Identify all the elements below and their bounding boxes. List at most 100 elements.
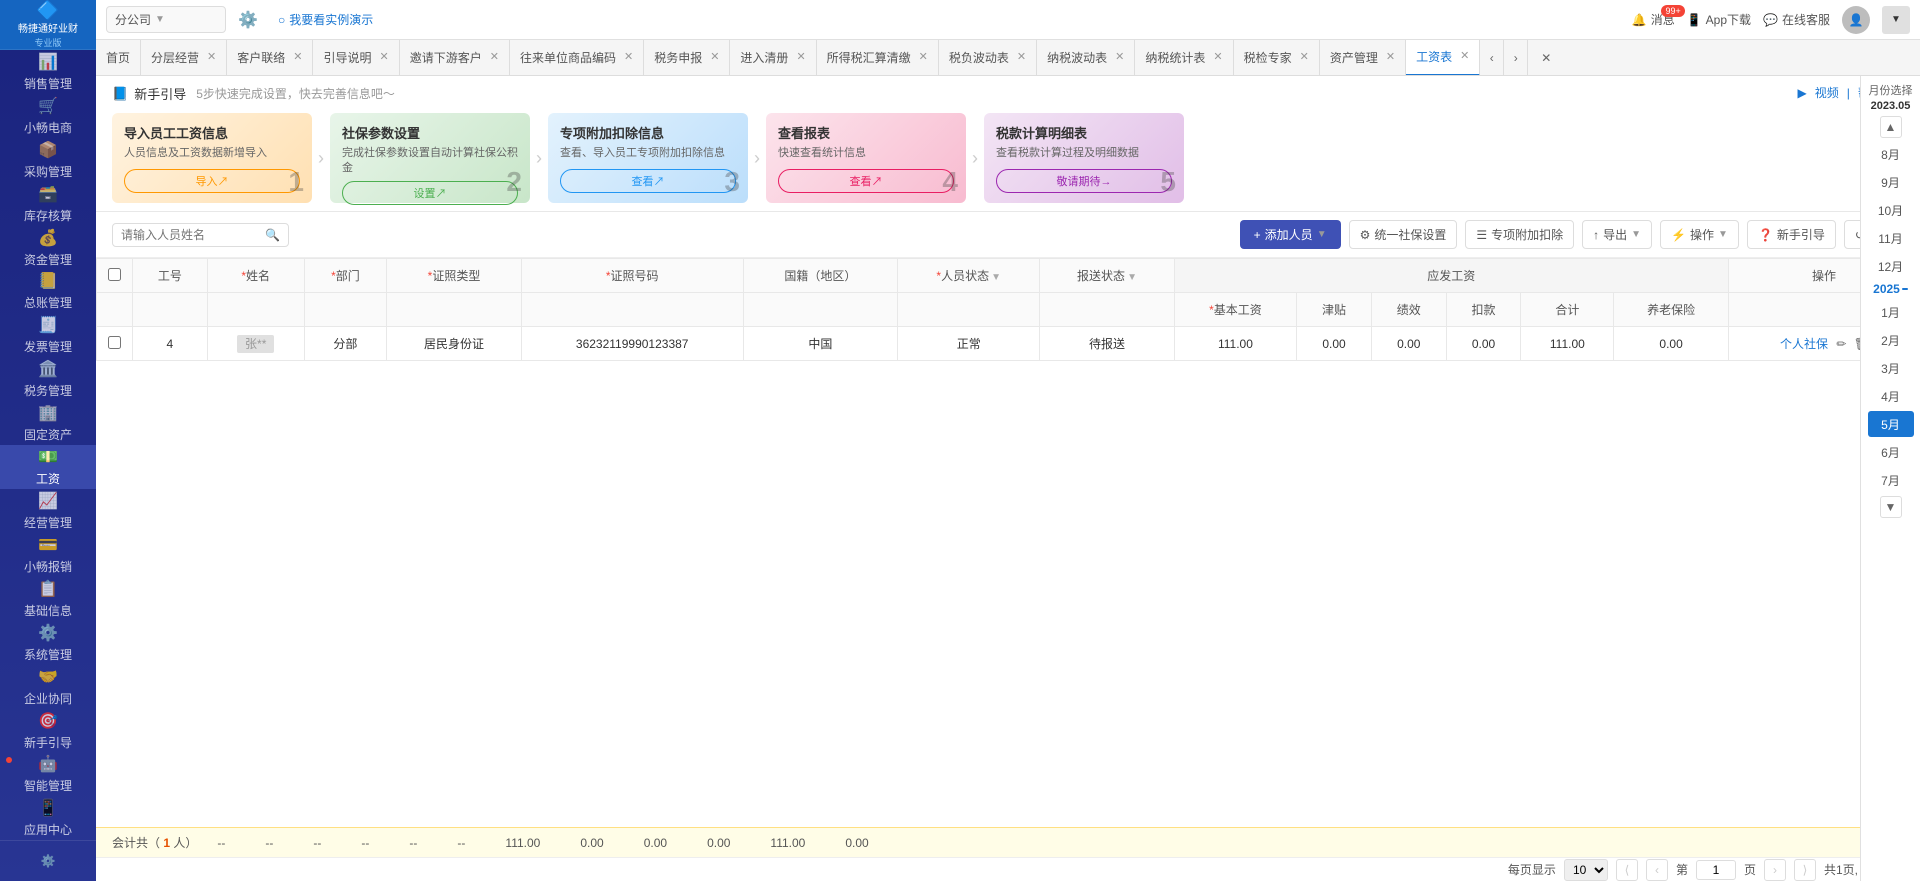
online-service-btn[interactable]: 💬 在线客服: [1763, 11, 1830, 28]
mp-month-4[interactable]: 4月: [1868, 383, 1914, 409]
tab-tax-wave-close[interactable]: ✕: [1115, 52, 1124, 63]
mp-month-12[interactable]: 12月: [1868, 253, 1914, 279]
tab-product-code-close[interactable]: ✕: [624, 52, 633, 63]
mp-down-btn[interactable]: ▼: [1880, 496, 1902, 518]
tab-customer-close[interactable]: ✕: [293, 52, 302, 63]
sidebar-item-salary[interactable]: 💵 工资: [0, 445, 96, 489]
messages-btn[interactable]: 🔔 消息 99+: [1632, 11, 1675, 28]
sidebar-item-ecommerce[interactable]: 🛒 小畅电商: [0, 94, 96, 138]
select-all-checkbox[interactable]: [108, 268, 121, 281]
next-page-btn[interactable]: ›: [1764, 859, 1786, 881]
step3-btn[interactable]: 查看↗: [560, 169, 736, 193]
sidebar-item-operations[interactable]: 📈 经营管理: [0, 489, 96, 533]
mp-month-6[interactable]: 6月: [1868, 439, 1914, 465]
unified-settings-btn[interactable]: ⚙ 统一社保设置: [1349, 220, 1458, 249]
tab-invite[interactable]: 邀请下游客户 ✕: [400, 40, 510, 76]
sidebar-item-invoice[interactable]: 🧾 发票管理: [0, 313, 96, 357]
new-guide-btn[interactable]: ❓ 新手引导: [1747, 220, 1836, 249]
tab-asset-mgmt[interactable]: 资产管理 ✕: [1320, 40, 1406, 76]
add-person-btn[interactable]: + 添加人员 ▼: [1240, 220, 1341, 249]
last-page-btn[interactable]: ⟩: [1794, 859, 1816, 881]
mp-month-8[interactable]: 8月: [1868, 141, 1914, 167]
tab-tax-burden[interactable]: 税负波动表 ✕: [939, 40, 1037, 76]
sidebar-item-purchase[interactable]: 📦 采购管理: [0, 138, 96, 182]
sidebar-item-expense[interactable]: 💳 小畅报销: [0, 533, 96, 577]
mp-month-3[interactable]: 3月: [1868, 355, 1914, 381]
action-edit-icon[interactable]: ✏: [1836, 337, 1846, 351]
settings-btn[interactable]: ⚙️: [234, 6, 262, 34]
tab-clearance[interactable]: 进入清册 ✕: [730, 40, 816, 76]
sidebar-item-collab[interactable]: 🤝 企业协同: [0, 665, 96, 709]
mp-month-7[interactable]: 7月: [1868, 467, 1914, 493]
sidebar-item-tax[interactable]: 🏛️ 税务管理: [0, 357, 96, 401]
tab-tax-stats[interactable]: 纳税统计表 ✕: [1135, 40, 1233, 76]
tab-tax-expert[interactable]: 税检专家 ✕: [1234, 40, 1320, 76]
tab-customer[interactable]: 客户联络 ✕: [227, 40, 313, 76]
tab-hierarchy-close[interactable]: ✕: [207, 52, 216, 63]
sidebar-settings-btn[interactable]: ⚙️: [0, 840, 96, 881]
video-label[interactable]: 视频: [1815, 84, 1839, 101]
sidebar-item-inventory[interactable]: 🗃️ 库存核算: [0, 182, 96, 226]
tab-asset-mgmt-close[interactable]: ✕: [1386, 52, 1395, 63]
company-dropdown[interactable]: 分公司 ▼: [106, 6, 226, 33]
tab-invite-close[interactable]: ✕: [490, 52, 499, 63]
tab-salary-close[interactable]: ✕: [1460, 51, 1469, 62]
report-filter-icon[interactable]: ▼: [1127, 272, 1137, 283]
tab-tax-report[interactable]: 税务申报 ✕: [644, 40, 730, 76]
sidebar-item-assets[interactable]: 🏢 固定资产: [0, 401, 96, 445]
tab-income-tax-close[interactable]: ✕: [919, 52, 928, 63]
special-deduction-btn[interactable]: ☰ 专项附加扣除: [1465, 220, 1574, 249]
tab-prev-btn[interactable]: ‹: [1480, 40, 1504, 76]
tab-tax-wave[interactable]: 纳税波动表 ✕: [1037, 40, 1135, 76]
row-checkbox[interactable]: [108, 336, 121, 349]
sidebar-item-newguide[interactable]: 🎯 新手引导: [0, 709, 96, 753]
tab-tax-stats-close[interactable]: ✕: [1213, 52, 1222, 63]
step1-desc: 人员信息及工资数据新增导入: [124, 146, 300, 165]
first-page-btn[interactable]: ⟨: [1616, 859, 1638, 881]
sidebar-item-appcenter[interactable]: 📱 应用中心: [0, 796, 96, 840]
step1-btn[interactable]: 导入↗: [124, 169, 300, 193]
user-menu-btn[interactable]: ▼: [1882, 6, 1910, 34]
export-btn[interactable]: ↑ 导出 ▼: [1582, 220, 1652, 249]
search-icon[interactable]: 🔍: [265, 228, 280, 242]
user-avatar[interactable]: 👤: [1842, 6, 1870, 34]
mp-month-10[interactable]: 10月: [1868, 197, 1914, 223]
tab-guide-close[interactable]: ✕: [380, 52, 389, 63]
prev-page-btn[interactable]: ‹: [1646, 859, 1668, 881]
step5-btn[interactable]: 敬请期待→: [996, 169, 1172, 193]
page-size-select[interactable]: 10 20 50: [1564, 859, 1608, 881]
tab-clearance-close[interactable]: ✕: [796, 52, 805, 63]
sidebar-item-ledger[interactable]: 📒 总账管理: [0, 270, 96, 314]
tab-close-all-btn[interactable]: ✕: [1528, 40, 1564, 76]
mp-month-11[interactable]: 11月: [1868, 225, 1914, 251]
sidebar-item-system[interactable]: ⚙️ 系统管理: [0, 621, 96, 665]
tab-guide[interactable]: 引导说明 ✕: [313, 40, 399, 76]
mp-month-1[interactable]: 1月: [1868, 299, 1914, 325]
app-download-btn[interactable]: 📱 App下载: [1687, 11, 1751, 28]
step2-btn[interactable]: 设置↗: [342, 181, 518, 205]
demo-btn[interactable]: ○ 我要看实例演示: [270, 7, 381, 32]
sidebar-item-sales[interactable]: 📊 销售管理: [0, 50, 96, 94]
mp-month-5[interactable]: 5月: [1868, 411, 1914, 437]
mp-month-2[interactable]: 2月: [1868, 327, 1914, 353]
step4-btn[interactable]: 查看↗: [778, 169, 954, 193]
sidebar-item-ai[interactable]: 🤖 智能管理: [0, 753, 96, 797]
tab-tax-expert-close[interactable]: ✕: [1300, 52, 1309, 63]
sidebar-item-finance[interactable]: 💰 资金管理: [0, 226, 96, 270]
tab-tax-report-close[interactable]: ✕: [710, 52, 719, 63]
search-input[interactable]: [121, 228, 261, 242]
operations-btn[interactable]: ⚡ 操作 ▼: [1660, 220, 1739, 249]
tab-product-code[interactable]: 往来单位商品编码 ✕: [510, 40, 644, 76]
action-personal-insurance[interactable]: 个人社保: [1780, 337, 1828, 351]
sidebar-item-basic-info[interactable]: 📋 基础信息: [0, 577, 96, 621]
tab-tax-burden-close[interactable]: ✕: [1017, 52, 1026, 63]
tab-salary-table[interactable]: 工资表 ✕: [1406, 40, 1480, 76]
tab-next-btn[interactable]: ›: [1504, 40, 1528, 76]
status-filter-icon[interactable]: ▼: [991, 272, 1001, 283]
tab-hierarchy[interactable]: 分层经营 ✕: [141, 40, 227, 76]
tab-income-tax[interactable]: 所得税汇算清缴 ✕: [817, 40, 939, 76]
mp-up-btn[interactable]: ▲: [1880, 116, 1902, 138]
tab-home[interactable]: 首页: [96, 40, 141, 76]
mp-month-9[interactable]: 9月: [1868, 169, 1914, 195]
page-input[interactable]: [1696, 860, 1736, 880]
